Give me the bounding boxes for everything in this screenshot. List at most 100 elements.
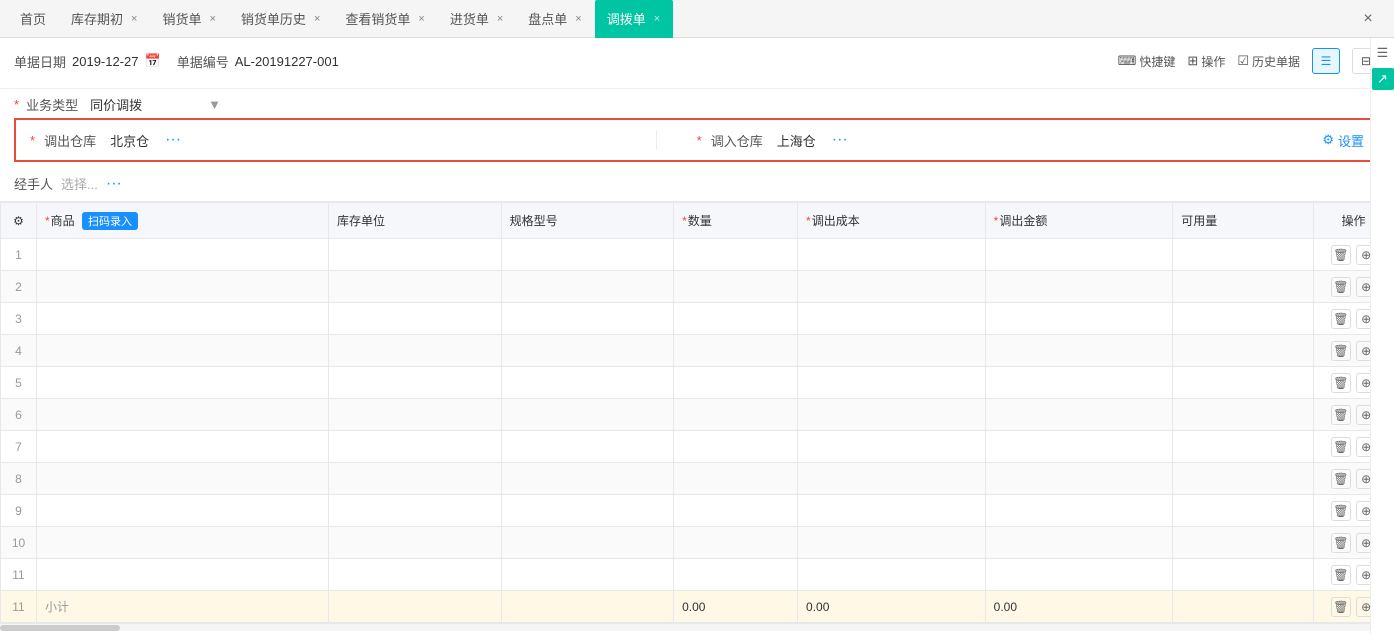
- cell-spec-6[interactable]: [501, 399, 674, 431]
- horizontal-scrollbar[interactable]: [0, 623, 1394, 631]
- cell-spec-9[interactable]: [501, 495, 674, 527]
- tab-close-purchase-order[interactable]: ×: [497, 13, 503, 25]
- cell-qty-3[interactable]: [674, 303, 798, 335]
- cell-unit-11[interactable]: [329, 559, 502, 591]
- delete-row-9[interactable]: 🗑: [1331, 501, 1351, 521]
- cell-cost-4[interactable]: [798, 335, 986, 367]
- history-button[interactable]: ☑ 历史单据: [1237, 53, 1300, 70]
- cell-unit-5[interactable]: [329, 367, 502, 399]
- cell-available-11[interactable]: [1173, 559, 1314, 591]
- cell-cost-3[interactable]: [798, 303, 986, 335]
- tab-close-sales-order[interactable]: ×: [209, 13, 215, 25]
- cell-spec-11[interactable]: [501, 559, 674, 591]
- tab-close-view-sales[interactable]: ×: [418, 13, 424, 25]
- cell-unit-8[interactable]: [329, 463, 502, 495]
- cell-qty-4[interactable]: [674, 335, 798, 367]
- cell-amount-5[interactable]: [985, 367, 1173, 399]
- cell-available-8[interactable]: [1173, 463, 1314, 495]
- delete-row-4[interactable]: 🗑: [1331, 341, 1351, 361]
- cell-product-10[interactable]: [37, 527, 329, 559]
- cell-amount-10[interactable]: [985, 527, 1173, 559]
- delete-row-5[interactable]: 🗑: [1331, 373, 1351, 393]
- delete-row-10[interactable]: 🗑: [1331, 533, 1351, 553]
- cell-unit-4[interactable]: [329, 335, 502, 367]
- cell-available-2[interactable]: [1173, 271, 1314, 303]
- settings-label[interactable]: 设置: [1338, 131, 1364, 150]
- cell-product-4[interactable]: [37, 335, 329, 367]
- shortcut-button[interactable]: ⌨ 快捷键: [1118, 53, 1176, 70]
- cell-spec-2[interactable]: [501, 271, 674, 303]
- cell-spec-1[interactable]: [501, 239, 674, 271]
- cell-unit-6[interactable]: [329, 399, 502, 431]
- cell-cost-11[interactable]: [798, 559, 986, 591]
- cell-qty-5[interactable]: [674, 367, 798, 399]
- person-more-button[interactable]: ···: [106, 175, 122, 193]
- cell-available-6[interactable]: [1173, 399, 1314, 431]
- cell-qty-9[interactable]: [674, 495, 798, 527]
- delete-row-2[interactable]: 🗑: [1331, 277, 1351, 297]
- cell-product-5[interactable]: [37, 367, 329, 399]
- cell-available-3[interactable]: [1173, 303, 1314, 335]
- cell-available-1[interactable]: [1173, 239, 1314, 271]
- cell-unit-7[interactable]: [329, 431, 502, 463]
- delete-subtotal[interactable]: 🗑: [1331, 597, 1351, 617]
- cell-qty-8[interactable]: [674, 463, 798, 495]
- person-select[interactable]: 选择...: [61, 174, 98, 193]
- cell-available-7[interactable]: [1173, 431, 1314, 463]
- cell-qty-7[interactable]: [674, 431, 798, 463]
- cell-available-4[interactable]: [1173, 335, 1314, 367]
- cell-unit-1[interactable]: [329, 239, 502, 271]
- warehouse-in-more-button[interactable]: ···: [832, 131, 848, 149]
- cell-amount-8[interactable]: [985, 463, 1173, 495]
- tab-purchase-order[interactable]: 进货单 ×: [438, 0, 516, 38]
- tab-inventory-init[interactable]: 库存期初 ×: [59, 0, 150, 38]
- sidebar-notes-button[interactable]: ☰: [1372, 42, 1394, 64]
- tab-inventory-count[interactable]: 盘点单 ×: [516, 0, 594, 38]
- cell-product-6[interactable]: [37, 399, 329, 431]
- cell-unit-9[interactable]: [329, 495, 502, 527]
- business-type-dropdown[interactable]: ▼: [208, 97, 221, 112]
- cell-spec-8[interactable]: [501, 463, 674, 495]
- cell-spec-4[interactable]: [501, 335, 674, 367]
- scroll-thumb[interactable]: [0, 625, 120, 631]
- col-gear[interactable]: ⚙: [1, 203, 37, 239]
- cell-amount-2[interactable]: [985, 271, 1173, 303]
- cell-cost-9[interactable]: [798, 495, 986, 527]
- cell-amount-7[interactable]: [985, 431, 1173, 463]
- cell-cost-10[interactable]: [798, 527, 986, 559]
- cell-product-3[interactable]: [37, 303, 329, 335]
- cell-cost-7[interactable]: [798, 431, 986, 463]
- cell-qty-11[interactable]: [674, 559, 798, 591]
- tab-sales-order[interactable]: 销货单 ×: [150, 0, 228, 38]
- cell-product-1[interactable]: [37, 239, 329, 271]
- cell-amount-1[interactable]: [985, 239, 1173, 271]
- cell-amount-11[interactable]: [985, 559, 1173, 591]
- cell-amount-6[interactable]: [985, 399, 1173, 431]
- cell-spec-5[interactable]: [501, 367, 674, 399]
- scan-button[interactable]: 扫码录入: [82, 212, 138, 230]
- list-view-button[interactable]: ☰: [1312, 48, 1340, 74]
- sidebar-export-button[interactable]: ↗: [1372, 68, 1394, 90]
- operation-button[interactable]: ⊞ 操作: [1187, 53, 1225, 70]
- tab-close-transfer-order[interactable]: ×: [654, 13, 660, 25]
- cell-available-9[interactable]: [1173, 495, 1314, 527]
- cell-cost-2[interactable]: [798, 271, 986, 303]
- tab-sales-history[interactable]: 销货单历史 ×: [229, 0, 333, 38]
- cell-spec-10[interactable]: [501, 527, 674, 559]
- delete-row-1[interactable]: 🗑: [1331, 245, 1351, 265]
- cell-product-11[interactable]: [37, 559, 329, 591]
- warehouse-out-more-button[interactable]: ···: [165, 131, 181, 149]
- cell-amount-4[interactable]: [985, 335, 1173, 367]
- cell-product-9[interactable]: [37, 495, 329, 527]
- cell-product-2[interactable]: [37, 271, 329, 303]
- cell-unit-2[interactable]: [329, 271, 502, 303]
- cell-cost-8[interactable]: [798, 463, 986, 495]
- cell-qty-2[interactable]: [674, 271, 798, 303]
- cell-qty-10[interactable]: [674, 527, 798, 559]
- delete-row-6[interactable]: 🗑: [1331, 405, 1351, 425]
- delete-row-11[interactable]: 🗑: [1331, 565, 1351, 585]
- cell-product-8[interactable]: [37, 463, 329, 495]
- cell-unit-10[interactable]: [329, 527, 502, 559]
- delete-row-7[interactable]: 🗑: [1331, 437, 1351, 457]
- delete-row-3[interactable]: 🗑: [1331, 309, 1351, 329]
